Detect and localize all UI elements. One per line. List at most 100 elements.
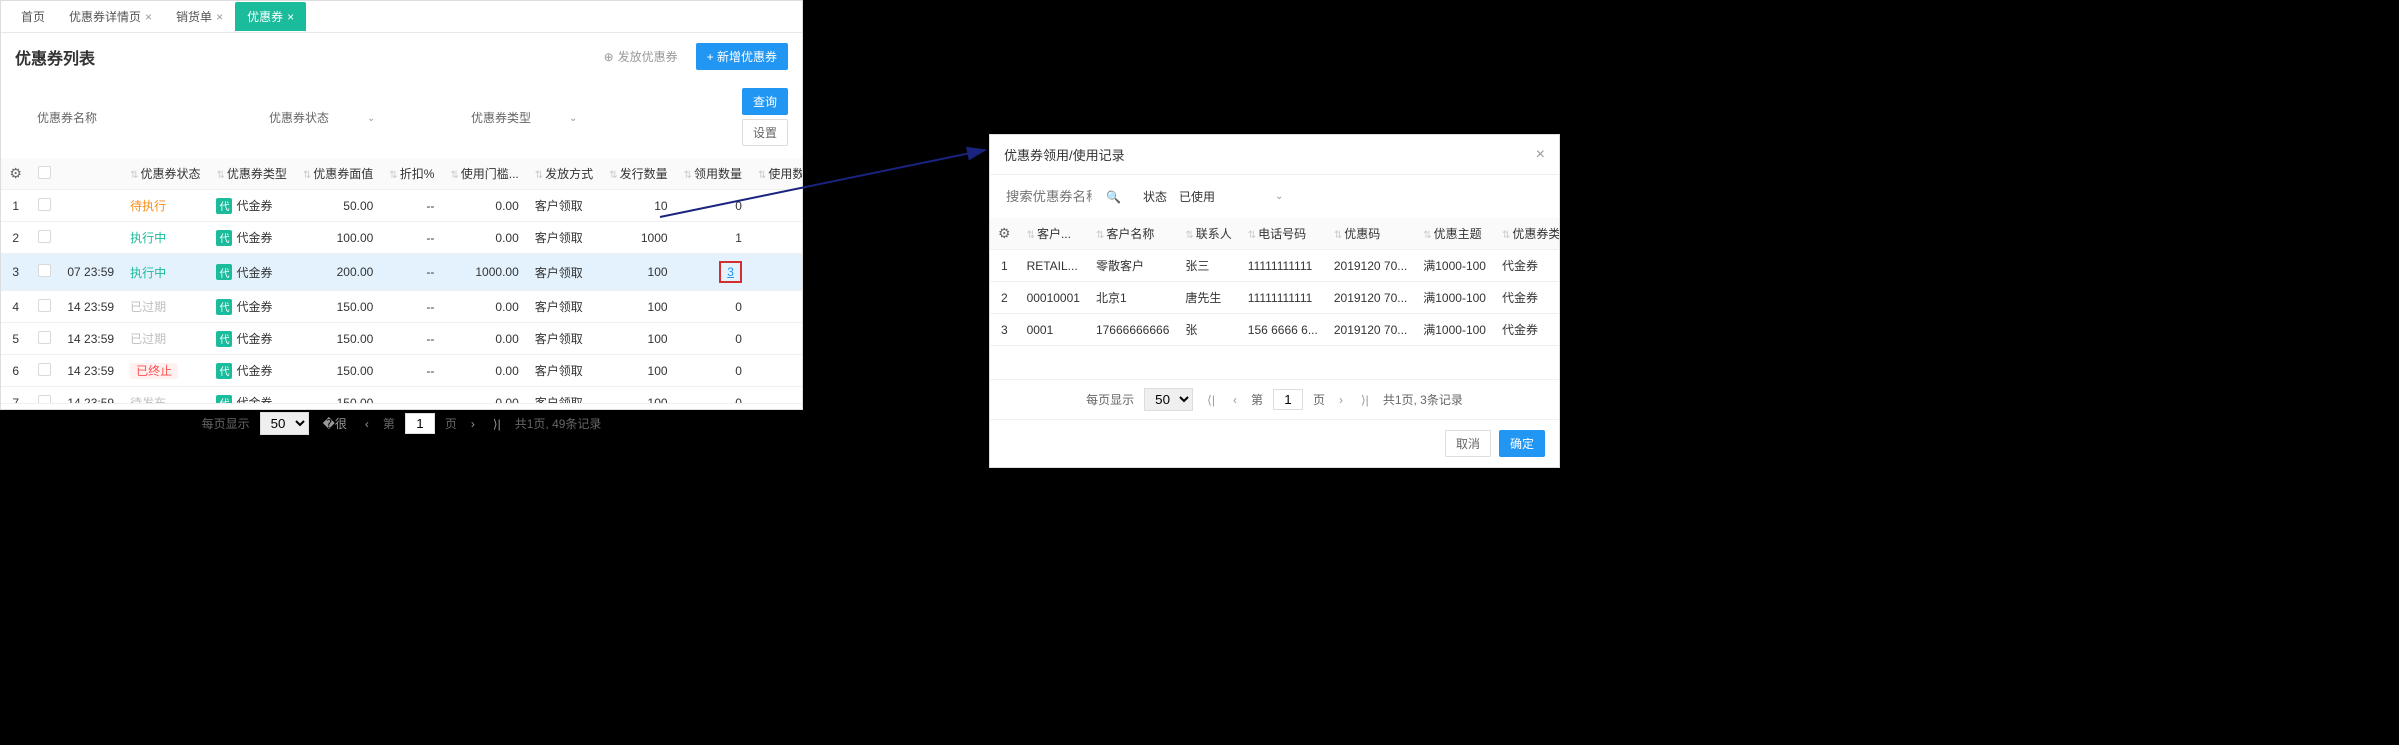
search-button[interactable]: 查询 — [742, 88, 788, 115]
sort-icon[interactable]: ⇅ — [1027, 230, 1035, 241]
row-checkbox[interactable] — [38, 198, 51, 211]
received-link[interactable]: 3 — [727, 265, 734, 279]
table-row[interactable]: 2 执行中 代代金券 100.00 -- 0.00 客户领取 1000 1 0 — [1, 222, 802, 254]
per-page-select[interactable]: 50 — [260, 412, 309, 435]
discount: -- — [381, 254, 442, 291]
column-header: 发放方式 — [545, 167, 593, 181]
sort-icon[interactable]: ⇅ — [130, 170, 138, 181]
coupon-type: 代金券 — [1494, 250, 1559, 282]
sort-icon[interactable]: ⇅ — [1096, 230, 1104, 241]
close-icon[interactable]: × — [1536, 146, 1545, 164]
search-icon[interactable]: 🔍 — [1106, 190, 1121, 204]
voucher-icon: 代 — [216, 395, 232, 404]
table-row[interactable]: 3 07 23:59 执行中 代代金券 200.00 -- 1000.00 客户… — [1, 254, 802, 291]
received-count: 0 — [676, 323, 750, 355]
row-checkbox[interactable] — [38, 331, 51, 344]
panel-search-input[interactable] — [1004, 185, 1094, 208]
filter-type-label: 优惠券类型 — [471, 109, 531, 126]
distribute-coupon-button[interactable]: ⊕ 发放优惠券 — [594, 44, 688, 69]
first-page-button[interactable]: ⟨| — [1203, 393, 1219, 407]
column-header: 使用门槛... — [461, 167, 519, 181]
settings-button[interactable]: 设置 — [742, 119, 788, 146]
pagination-summary: 共1页, 3条记录 — [1383, 391, 1463, 408]
filter-status: 优惠券状态 ⌄ — [269, 106, 455, 129]
pagination: 每页显示 50 �很 ‹ 第 页 › ⟩| 共1页, 49条记录 — [1, 403, 802, 443]
phone: 11111111111 — [1240, 250, 1326, 282]
sort-icon[interactable]: ⇅ — [535, 170, 543, 181]
coupon-list-window: 首页优惠券详情页×销货单×优惠券× 优惠券列表 ⊕ 发放优惠券 + 新增优惠券 … — [0, 0, 803, 410]
row-number: 2 — [990, 282, 1019, 314]
sort-icon[interactable]: ⇅ — [758, 170, 766, 181]
sort-icon[interactable]: ⇅ — [1185, 230, 1193, 241]
first-page-button[interactable]: �很 — [319, 415, 351, 432]
table-row[interactable]: 5 14 23:59 已过期 代代金券 150.00 -- 0.00 客户领取 … — [1, 323, 802, 355]
sort-icon[interactable]: ⇅ — [1248, 230, 1256, 241]
tab-label: 优惠券详情页 — [69, 8, 141, 25]
sort-icon[interactable]: ⇅ — [303, 170, 311, 181]
panel-table-wrapper: ⇅客户...⇅客户名称⇅联系人⇅电话号码⇅优惠码⇅优惠主题⇅优惠券类... 1 … — [990, 218, 1559, 379]
type-badge: 代代金券 — [216, 394, 272, 403]
page-input[interactable] — [405, 413, 435, 434]
gear-icon[interactable] — [998, 227, 1011, 241]
add-coupon-button[interactable]: + 新增优惠券 — [696, 43, 788, 70]
filter-type-select[interactable]: ⌄ — [537, 106, 657, 129]
table-wrapper: ⇅优惠券状态⇅优惠券类型⇅优惠券面值⇅折扣%⇅使用门槛...⇅发放方式⇅发行数量… — [1, 158, 802, 403]
sort-icon[interactable]: ⇅ — [1423, 230, 1431, 241]
row-number: 3 — [1, 254, 30, 291]
face-value: 150.00 — [295, 387, 381, 404]
prev-page-button[interactable]: ‹ — [361, 417, 373, 431]
column-header: 折扣% — [400, 167, 435, 181]
sort-icon[interactable]: ⇅ — [216, 170, 224, 181]
tab-label: 销货单 — [176, 8, 212, 25]
type-badge: 代代金券 — [216, 197, 272, 214]
coupon-topic: 满1000-100 — [1415, 250, 1494, 282]
issued-count: 100 — [601, 323, 675, 355]
table-row[interactable]: 7 14 23:59 待发布 代代金券 150.00 -- 0.00 客户领取 … — [1, 387, 802, 404]
filter-name-label: 优惠券名称 — [37, 109, 97, 126]
row-checkbox[interactable] — [38, 264, 51, 277]
tab[interactable]: 首页 — [9, 2, 57, 31]
next-page-button[interactable]: › — [467, 417, 479, 431]
table-row[interactable]: 6 14 23:59 已终止 代代金券 150.00 -- 0.00 客户领取 … — [1, 355, 802, 387]
sort-icon[interactable]: ⇅ — [1334, 230, 1342, 241]
filter-status-select[interactable]: ⌄ — [335, 106, 455, 129]
close-icon[interactable]: × — [145, 10, 152, 24]
filter-name-input[interactable] — [103, 105, 253, 129]
close-icon[interactable]: × — [216, 10, 223, 24]
sort-icon[interactable]: ⇅ — [684, 170, 692, 181]
tab[interactable]: 优惠券详情页 × — [57, 2, 164, 31]
per-page-select[interactable]: 50 — [1144, 388, 1193, 411]
row-checkbox[interactable] — [38, 230, 51, 243]
sort-icon[interactable]: ⇅ — [609, 170, 617, 181]
close-icon[interactable]: × — [287, 10, 294, 24]
select-all-checkbox[interactable] — [38, 166, 51, 179]
confirm-button[interactable]: 确定 — [1499, 430, 1545, 457]
page-input[interactable] — [1273, 389, 1303, 410]
chevron-down-icon: ⌄ — [367, 113, 375, 124]
sort-icon[interactable]: ⇅ — [450, 170, 458, 181]
sort-icon[interactable]: ⇅ — [389, 170, 397, 181]
table-row[interactable]: 4 14 23:59 已过期 代代金券 150.00 -- 0.00 客户领取 … — [1, 291, 802, 323]
gear-icon[interactable] — [9, 167, 22, 181]
panel-status-select[interactable]: 已使用 ⌄ — [1179, 188, 1283, 205]
row-checkbox[interactable] — [38, 363, 51, 376]
tab[interactable]: 销货单 × — [164, 2, 235, 31]
sort-icon[interactable]: ⇅ — [1502, 230, 1510, 241]
next-page-button[interactable]: › — [1335, 393, 1347, 407]
table-row[interactable]: 3 0001 17666666666 张 156 6666 6... 20191… — [990, 314, 1559, 346]
row-checkbox[interactable] — [38, 395, 51, 404]
threshold: 0.00 — [442, 222, 526, 254]
time-cell: 14 23:59 — [59, 387, 122, 404]
table-row[interactable]: 2 00010001 北京1 唐先生 11111111111 2019120 7… — [990, 282, 1559, 314]
last-page-button[interactable]: ⟩| — [1357, 393, 1373, 407]
row-checkbox[interactable] — [38, 299, 51, 312]
status-badge: 执行中 — [130, 230, 166, 246]
tab[interactable]: 优惠券× — [235, 2, 306, 31]
type-badge: 代代金券 — [216, 264, 272, 281]
last-page-button[interactable]: ⟩| — [489, 417, 505, 431]
cancel-button[interactable]: 取消 — [1445, 430, 1491, 457]
table-row[interactable]: 1 待执行 代代金券 50.00 -- 0.00 客户领取 10 0 0 — [1, 190, 802, 222]
voucher-icon: 代 — [216, 299, 232, 315]
table-row[interactable]: 1 RETAIL... 零散客户 张三 11111111111 2019120 … — [990, 250, 1559, 282]
prev-page-button[interactable]: ‹ — [1229, 393, 1241, 407]
